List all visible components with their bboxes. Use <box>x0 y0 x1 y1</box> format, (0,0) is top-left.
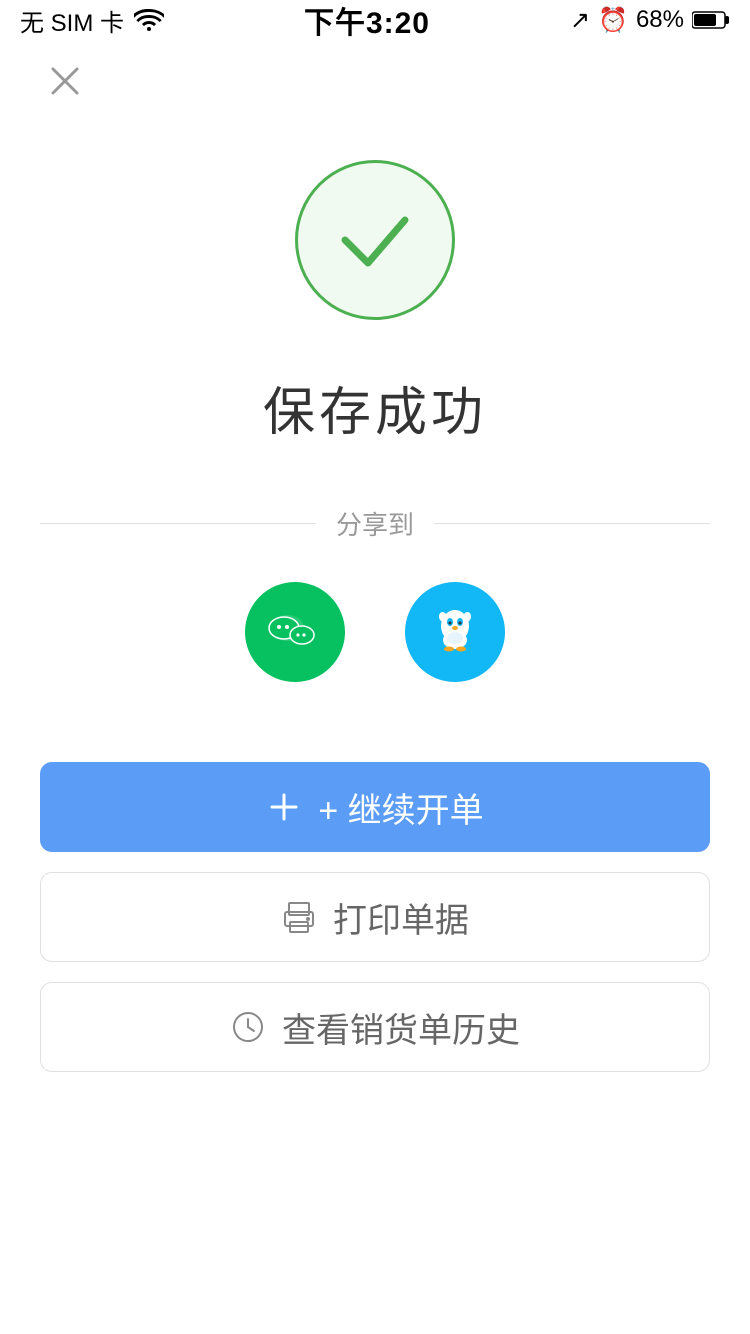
location-icon: ↗ <box>570 6 590 35</box>
plus-icon <box>266 789 302 825</box>
clock-icon <box>230 1009 266 1045</box>
print-button[interactable]: 打印单据 <box>40 872 710 962</box>
alarm-icon: ⏰ <box>598 6 628 35</box>
history-button[interactable]: 查看销货单历史 <box>40 982 710 1072</box>
battery-text: 68% <box>636 6 684 34</box>
share-section: 分享到 <box>0 505 750 682</box>
status-time: 下午3:20 <box>304 0 430 42</box>
print-icon <box>281 899 317 935</box>
success-title: 保存成功 <box>263 370 487 445</box>
share-icons-row <box>245 582 505 682</box>
status-bar: 无 SIM 卡 下午3:20 ↗ ⏰ 68% <box>0 0 750 40</box>
checkmark-icon <box>330 195 420 285</box>
divider-row: 分享到 <box>0 505 750 542</box>
qq-share-button[interactable] <box>405 582 505 682</box>
battery-icon <box>692 10 730 30</box>
continue-button[interactable]: + 继续开单 <box>40 762 710 852</box>
print-label: 打印单据 <box>333 893 469 942</box>
divider-right <box>434 523 710 524</box>
history-label: 查看销货单历史 <box>282 1003 520 1052</box>
qq-icon <box>425 602 485 662</box>
wifi-icon <box>134 9 164 31</box>
wechat-share-button[interactable] <box>245 582 345 682</box>
main-content: 保存成功 分享到 <box>0 40 750 1072</box>
continue-label: + 继续开单 <box>318 783 483 832</box>
action-buttons: + 继续开单 打印单据 查看销货单历史 <box>0 762 750 1072</box>
success-icon-circle <box>295 160 455 320</box>
divider-left <box>40 523 316 524</box>
no-sim-text: 无 SIM 卡 <box>20 3 124 38</box>
status-left: 无 SIM 卡 <box>20 3 164 38</box>
status-right: ↗ ⏰ 68% <box>570 6 730 35</box>
share-label: 分享到 <box>316 505 434 542</box>
wechat-icon <box>265 602 325 662</box>
close-button[interactable] <box>40 56 90 106</box>
